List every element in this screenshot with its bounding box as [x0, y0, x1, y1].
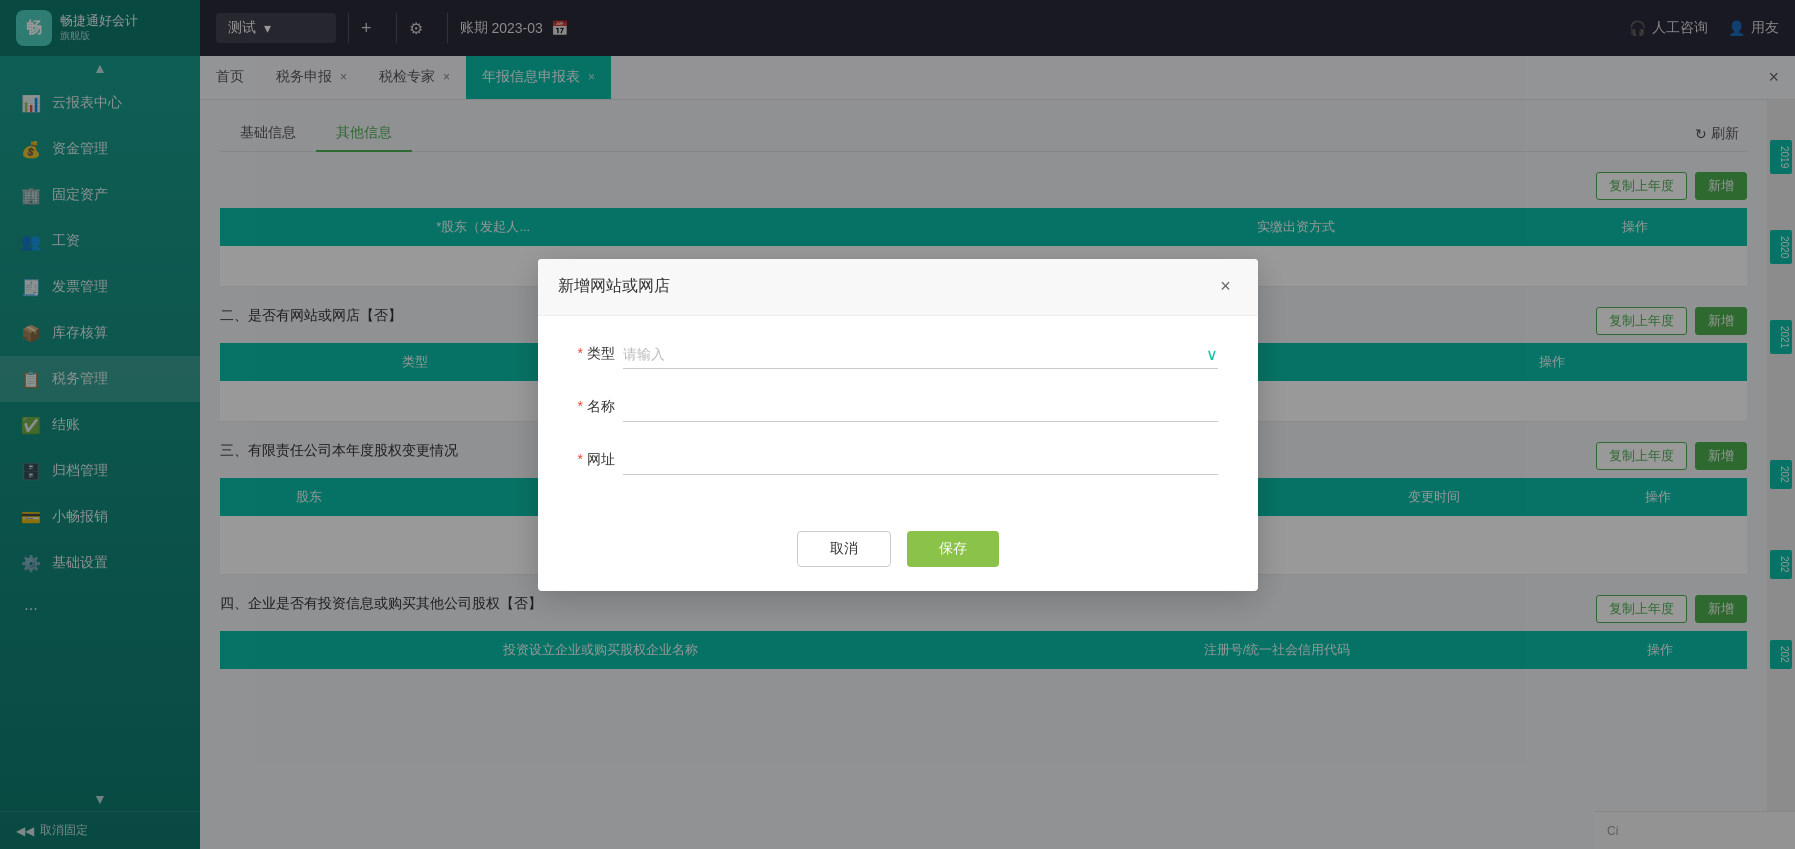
required-star-type: *: [578, 345, 583, 361]
type-input-wrapper: ∨: [623, 340, 1218, 369]
type-dropdown-arrow[interactable]: ∨: [1206, 345, 1218, 364]
form-field-name: * 名称: [578, 393, 1218, 422]
save-button[interactable]: 保存: [907, 531, 999, 567]
form-field-url: * 网址: [578, 446, 1218, 475]
type-input[interactable]: [623, 340, 1218, 369]
modal-overlay[interactable]: 新增网站或网店 × * 类型 ∨ * 名称: [0, 0, 1795, 849]
modal-body: * 类型 ∨ * 名称: [538, 316, 1258, 515]
name-input-wrapper: [623, 393, 1218, 422]
modal-title: 新增网站或网店: [558, 276, 1214, 297]
form-field-type: * 类型 ∨: [578, 340, 1218, 369]
modal-add-website: 新增网站或网店 × * 类型 ∨ * 名称: [538, 259, 1258, 591]
url-input[interactable]: [623, 446, 1218, 475]
modal-close-button[interactable]: ×: [1214, 275, 1238, 299]
type-label: * 类型: [578, 345, 615, 363]
modal-footer: 取消 保存: [538, 515, 1258, 591]
cancel-button[interactable]: 取消: [797, 531, 891, 567]
name-input[interactable]: [623, 393, 1218, 422]
url-label: * 网址: [578, 451, 615, 469]
url-input-wrapper: [623, 446, 1218, 475]
name-label: * 名称: [578, 398, 615, 416]
required-star-name: *: [578, 398, 583, 414]
required-star-url: *: [578, 451, 583, 467]
modal-header: 新增网站或网店 ×: [538, 259, 1258, 316]
